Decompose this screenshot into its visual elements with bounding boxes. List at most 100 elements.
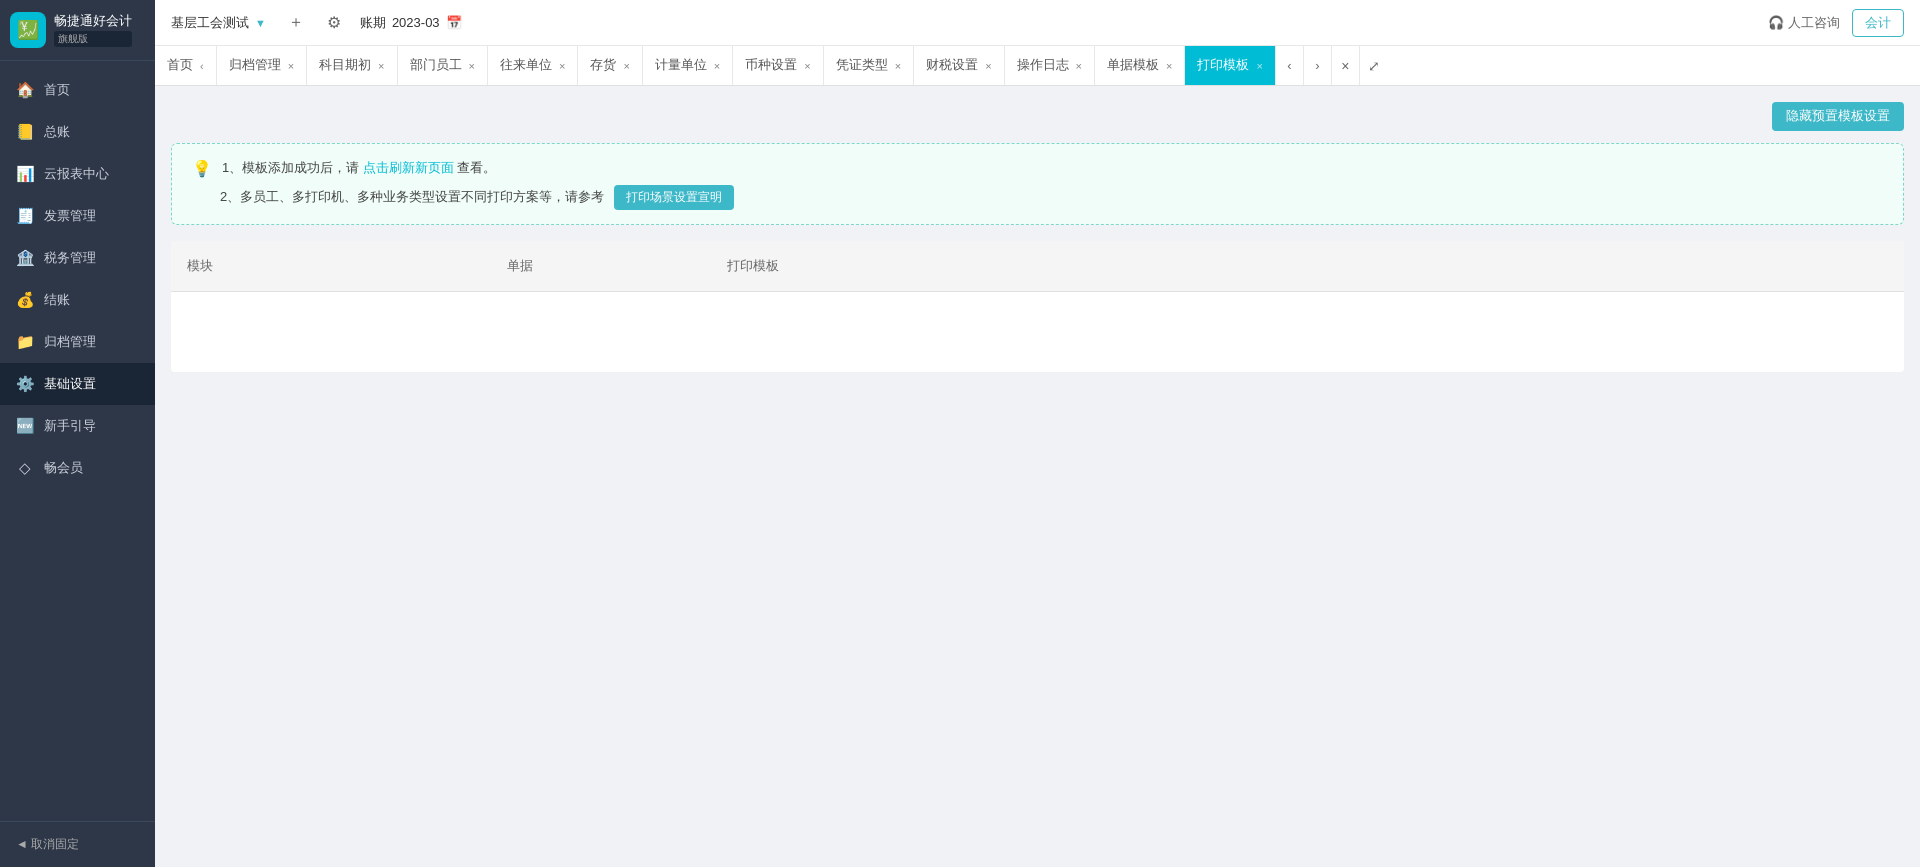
tab-subjects[interactable]: 科目期初 × <box>307 46 397 85</box>
app-name: 畅捷通好会计 <box>54 13 132 30</box>
main-content: 基层工会测试 ▼ ＋ ⚙ 账期 2023-03 📅 🎧 人工咨询 会计 首页 ‹… <box>155 0 1920 867</box>
tab-operation[interactable]: 操作日志 × <box>1005 46 1095 85</box>
tab-tax-settings[interactable]: 财税设置 × <box>914 46 1004 85</box>
top-header: 基层工会测试 ▼ ＋ ⚙ 账期 2023-03 📅 🎧 人工咨询 会计 <box>155 0 1920 46</box>
tab-supplier-close-icon[interactable]: × <box>559 60 565 72</box>
add-button[interactable]: ＋ <box>282 9 310 37</box>
unpin-button[interactable]: ◄ 取消固定 <box>0 821 155 867</box>
tab-inventory-label: 存货 <box>590 57 616 74</box>
invoice-icon: 🧾 <box>16 207 34 225</box>
header-actions: ＋ ⚙ <box>282 9 348 37</box>
kuaiji-button[interactable]: 会计 <box>1852 9 1904 37</box>
sidebar-item-label: 归档管理 <box>44 333 96 351</box>
headset-icon: 🎧 <box>1768 15 1784 30</box>
sidebar-item-member[interactable]: ◇ 畅会员 <box>0 447 155 489</box>
tab-currency-close-icon[interactable]: × <box>804 60 810 72</box>
tab-single-form-close-icon[interactable]: × <box>1166 60 1172 72</box>
tab-currency-label: 币种设置 <box>745 57 797 74</box>
tab-expand-button[interactable]: ⤢ <box>1360 46 1388 85</box>
tab-voucher-label: 凭证类型 <box>836 57 888 74</box>
tab-unit-close-icon[interactable]: × <box>714 60 720 72</box>
header-right: 🎧 人工咨询 会计 <box>1768 9 1904 37</box>
home-icon: 🏠 <box>16 81 34 99</box>
company-selector[interactable]: 基层工会测试 ▼ <box>171 14 266 32</box>
tab-inventory[interactable]: 存货 × <box>578 46 642 85</box>
sidebar-item-label: 总账 <box>44 123 70 141</box>
tab-archive[interactable]: 归档管理 × <box>217 46 307 85</box>
top-action-bar: 隐藏预置模板设置 <box>171 102 1904 131</box>
app-badge: 旗舰版 <box>54 31 132 47</box>
archive-icon: 📁 <box>16 333 34 351</box>
tab-home-nav-icon: ‹ <box>200 60 204 72</box>
sidebar-item-archive[interactable]: 📁 归档管理 <box>0 321 155 363</box>
tab-archive-close-icon[interactable]: × <box>288 60 294 72</box>
tax-icon: 🏦 <box>16 249 34 267</box>
sidebar-item-ledger[interactable]: 📒 总账 <box>0 111 155 153</box>
report-icon: 📊 <box>16 165 34 183</box>
help-label: 人工咨询 <box>1788 14 1840 32</box>
tab-department-close-icon[interactable]: × <box>469 60 475 72</box>
data-table: 模块 单据 打印模板 <box>171 241 1904 372</box>
tab-operation-close-icon[interactable]: × <box>1076 60 1082 72</box>
notice-line1-post: 查看。 <box>457 160 496 175</box>
calendar-icon[interactable]: 📅 <box>446 15 462 30</box>
help-button[interactable]: 🎧 人工咨询 <box>1768 14 1840 32</box>
ledger-icon: 📒 <box>16 123 34 141</box>
notice-line2-pre: 2、多员工、多打印机、多种业务类型设置不同打印方案等，请参考 <box>220 189 604 204</box>
sidebar-item-home[interactable]: 🏠 首页 <box>0 69 155 111</box>
sidebar-item-invoice[interactable]: 🧾 发票管理 <box>0 195 155 237</box>
tab-single-form[interactable]: 单据模板 × <box>1095 46 1185 85</box>
sidebar-item-label: 税务管理 <box>44 249 96 267</box>
sidebar-item-settings[interactable]: ⚙️ 基础设置 <box>0 363 155 405</box>
tab-close-all-button[interactable]: × <box>1332 46 1360 85</box>
tab-single-form-label: 单据模板 <box>1107 57 1159 74</box>
tab-print-template[interactable]: 打印模板 × <box>1185 46 1275 85</box>
content-area: 隐藏预置模板设置 💡 1、模板添加成功后，请 点击刷新新页面 查看。 2、多员工… <box>155 86 1920 867</box>
tab-currency[interactable]: 币种设置 × <box>733 46 823 85</box>
hide-template-button[interactable]: 隐藏预置模板设置 <box>1772 102 1904 131</box>
tab-supplier[interactable]: 往来单位 × <box>488 46 578 85</box>
tab-department[interactable]: 部门员工 × <box>398 46 488 85</box>
member-icon: ◇ <box>16 459 34 477</box>
sidebar-item-label: 新手引导 <box>44 417 96 435</box>
tab-tax-settings-close-icon[interactable]: × <box>985 60 991 72</box>
col-single: 单据 <box>491 251 711 281</box>
tab-print-template-close-icon[interactable]: × <box>1256 60 1262 72</box>
sidebar-item-label: 畅会员 <box>44 459 83 477</box>
tab-subjects-close-icon[interactable]: × <box>378 60 384 72</box>
sidebar-item-tax[interactable]: 🏦 税务管理 <box>0 237 155 279</box>
tab-home[interactable]: 首页 ‹ <box>155 46 217 85</box>
sidebar-item-label: 基础设置 <box>44 375 96 393</box>
bulb-icon: 💡 <box>192 159 212 178</box>
sidebar-item-label: 首页 <box>44 81 70 99</box>
tab-voucher[interactable]: 凭证类型 × <box>824 46 914 85</box>
settings-icon: ⚙️ <box>16 375 34 393</box>
tab-unit[interactable]: 计量单位 × <box>643 46 733 85</box>
tab-voucher-close-icon[interactable]: × <box>895 60 901 72</box>
sidebar-item-guide[interactable]: 🆕 新手引导 <box>0 405 155 447</box>
tab-print-template-label: 打印模板 <box>1197 57 1249 74</box>
tab-scroll-right-button[interactable]: › <box>1304 46 1332 85</box>
sidebar-item-label: 云报表中心 <box>44 165 109 183</box>
period-label: 账期 <box>360 14 386 32</box>
col-module: 模块 <box>171 251 491 281</box>
dropdown-arrow-icon: ▼ <box>255 17 266 29</box>
print-scene-button[interactable]: 打印场景设置宣明 <box>614 185 734 210</box>
tab-scroll-left-button[interactable]: ‹ <box>1276 46 1304 85</box>
notice-line1-link[interactable]: 点击刷新新页面 <box>363 160 454 175</box>
tab-archive-label: 归档管理 <box>229 57 281 74</box>
guide-icon: 🆕 <box>16 417 34 435</box>
tab-operation-label: 操作日志 <box>1017 57 1069 74</box>
tab-bar: 首页 ‹ 归档管理 × 科目期初 × 部门员工 × 往来单位 × 存货 × 计量… <box>155 46 1920 86</box>
logo-icon: 💹 <box>10 12 46 48</box>
settings-gear-button[interactable]: ⚙ <box>320 9 348 37</box>
tab-home-label: 首页 <box>167 57 193 74</box>
tab-tax-settings-label: 财税设置 <box>926 57 978 74</box>
logo-info: 畅捷通好会计 旗舰版 <box>54 13 132 48</box>
notice-row-1: 💡 1、模板添加成功后，请 点击刷新新页面 查看。 <box>192 158 1883 179</box>
tab-inventory-close-icon[interactable]: × <box>623 60 629 72</box>
tab-department-label: 部门员工 <box>410 57 462 74</box>
sidebar-item-settle[interactable]: 💰 结账 <box>0 279 155 321</box>
sidebar-item-report[interactable]: 📊 云报表中心 <box>0 153 155 195</box>
notice-box: 💡 1、模板添加成功后，请 点击刷新新页面 查看。 2、多员工、多打印机、多种业… <box>171 143 1904 225</box>
